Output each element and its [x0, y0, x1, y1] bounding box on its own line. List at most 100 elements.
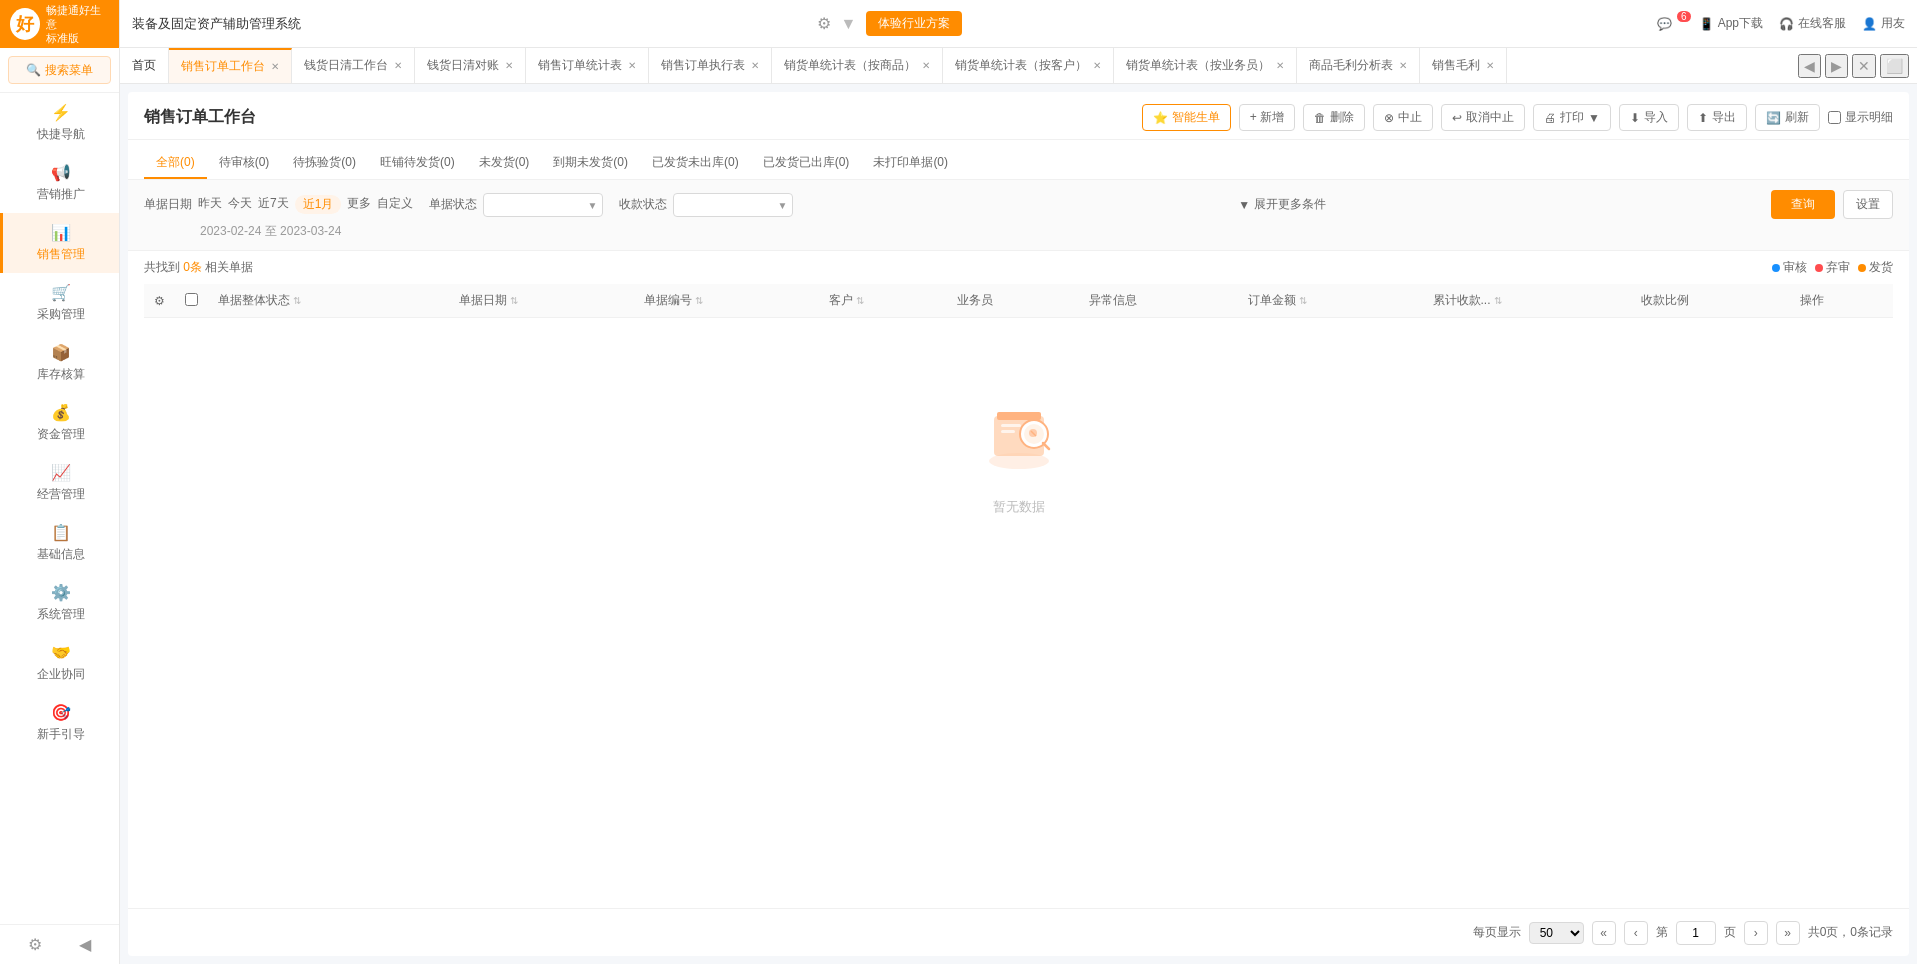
th-date[interactable]: 单据日期⇅	[449, 284, 634, 318]
sidebar-item-operations[interactable]: 📈经营管理	[0, 453, 119, 513]
th-status[interactable]: 单据整体状态⇅	[208, 284, 449, 318]
page-next-button[interactable]: ›	[1744, 921, 1768, 945]
tab-sales-stats[interactable]: 销售订单统计表✕	[526, 48, 649, 84]
date-link-近1月[interactable]: 近1月	[295, 195, 342, 214]
tab-cash-daily[interactable]: 钱货日清工作台✕	[292, 48, 415, 84]
sort-icon-date[interactable]: ⇅	[510, 295, 518, 306]
tab-cash-reconcile[interactable]: 钱货日清对账✕	[415, 48, 526, 84]
refresh-button[interactable]: 🔄 刷新	[1755, 104, 1820, 131]
settings-icon[interactable]: ⚙	[28, 935, 42, 954]
sidebar-item-inventory[interactable]: 📦库存核算	[0, 333, 119, 393]
sidebar-item-marketing[interactable]: 📢营销推广	[0, 153, 119, 213]
tab-close-sales-stats[interactable]: ✕	[628, 60, 636, 71]
date-link-近7天[interactable]: 近7天	[258, 195, 289, 214]
sub-tab-wangpu-pending[interactable]: 旺铺待发货(0)	[368, 148, 467, 179]
sort-icon-amount[interactable]: ⇅	[1299, 295, 1307, 306]
tab-sales-workbench[interactable]: 销售订单工作台✕	[169, 48, 292, 84]
payment-select[interactable]	[673, 193, 793, 217]
sub-tab-pending-inspect[interactable]: 待拣验货(0)	[281, 148, 368, 179]
audit-button[interactable]: 审核	[1772, 259, 1807, 276]
tab-sales-profit[interactable]: 销售毛利✕	[1420, 48, 1507, 84]
sort-icon-number[interactable]: ⇅	[695, 295, 703, 306]
tabs-close-button[interactable]: ✕	[1852, 54, 1876, 78]
tab-close-sales-summary-customer[interactable]: ✕	[1093, 60, 1101, 71]
sidebar-search[interactable]: 🔍 搜索菜单	[0, 48, 119, 93]
date-link-自定义[interactable]: 自定义	[377, 195, 413, 214]
filter-setting-button[interactable]: 设置	[1843, 190, 1893, 219]
select-all-checkbox[interactable]	[185, 293, 198, 306]
sub-tab-pending-review[interactable]: 待审核(0)	[207, 148, 282, 179]
search-menu-button[interactable]: 🔍 搜索菜单	[8, 56, 111, 84]
tab-product-margin[interactable]: 商品毛利分析表✕	[1297, 48, 1420, 84]
tab-close-cash-daily[interactable]: ✕	[394, 60, 402, 71]
message-icon-item[interactable]: 💬 6 6	[1657, 17, 1683, 31]
sub-tab-shipped-out[interactable]: 已发货已出库(0)	[751, 148, 862, 179]
tabs-expand-button[interactable]: ⬜	[1880, 54, 1909, 78]
dropdown-icon[interactable]: ▼	[841, 15, 857, 33]
tab-close-product-margin[interactable]: ✕	[1399, 60, 1407, 71]
show-detail-checkbox[interactable]	[1828, 111, 1841, 124]
delete-button[interactable]: 🗑 删除	[1303, 104, 1365, 131]
industry-solution-button[interactable]: 体验行业方案	[866, 11, 962, 36]
date-link-更多[interactable]: 更多	[347, 195, 371, 214]
tab-sales-summary-customer[interactable]: 销货单统计表（按客户）✕	[943, 48, 1114, 84]
page-number-input[interactable]	[1676, 921, 1716, 945]
sub-tab-not-shipped[interactable]: 未发货(0)	[467, 148, 542, 179]
sub-tab-all[interactable]: 全部(0)	[144, 148, 207, 179]
cancel-stop-button[interactable]: ↩ 取消中止	[1441, 104, 1525, 131]
sidebar-item-nav[interactable]: ⚡ 快捷导航	[0, 93, 119, 153]
tab-close-sales-profit[interactable]: ✕	[1486, 60, 1494, 71]
th-amount[interactable]: 订单金额⇅	[1238, 284, 1423, 318]
sort-icon-received[interactable]: ⇅	[1494, 295, 1502, 306]
tab-close-sales-workbench[interactable]: ✕	[271, 61, 279, 72]
tab-home[interactable]: 首页	[120, 48, 169, 84]
print-button[interactable]: 🖨 打印 ▼	[1533, 104, 1611, 131]
stop-button[interactable]: ⊗ 中止	[1373, 104, 1433, 131]
collapse-icon[interactable]: ◀	[79, 935, 91, 954]
sub-tab-not-printed[interactable]: 未打印单据(0)	[861, 148, 960, 179]
new-button[interactable]: + 新增	[1239, 104, 1295, 131]
online-service-item[interactable]: 🎧 在线客服	[1779, 15, 1846, 32]
tab-close-cash-reconcile[interactable]: ✕	[505, 60, 513, 71]
ship-button[interactable]: 发货	[1858, 259, 1893, 276]
th-received[interactable]: 累计收款...⇅	[1423, 284, 1631, 318]
show-detail-label[interactable]: 显示明细	[1828, 109, 1893, 126]
sidebar-item-sales[interactable]: 📊销售管理	[0, 213, 119, 273]
tabs-next-button[interactable]: ▶	[1825, 54, 1848, 78]
date-link-昨天[interactable]: 昨天	[198, 195, 222, 214]
sidebar-item-system[interactable]: ⚙️系统管理	[0, 573, 119, 633]
tab-sales-summary-staff[interactable]: 销货单统计表（按业务员）✕	[1114, 48, 1297, 84]
sort-icon-status[interactable]: ⇅	[293, 295, 301, 306]
query-button[interactable]: 查询	[1771, 190, 1835, 219]
tab-sales-summary-product[interactable]: 销货单统计表（按商品）✕	[772, 48, 943, 84]
tabs-prev-button[interactable]: ◀	[1798, 54, 1821, 78]
tab-close-sales-summary-product[interactable]: ✕	[922, 60, 930, 71]
page-first-button[interactable]: «	[1592, 921, 1616, 945]
sort-icon-customer[interactable]: ⇅	[856, 295, 864, 306]
th-number[interactable]: 单据编号⇅	[634, 284, 819, 318]
cancel-audit-button[interactable]: 弃审	[1815, 259, 1850, 276]
sidebar-item-guide[interactable]: 🎯新手引导	[0, 693, 119, 753]
import-button[interactable]: ⬇ 导入	[1619, 104, 1679, 131]
tab-close-sales-summary-staff[interactable]: ✕	[1276, 60, 1284, 71]
tab-close-sales-exec[interactable]: ✕	[751, 60, 759, 71]
sidebar-item-enterprise[interactable]: 🤝企业协同	[0, 633, 119, 693]
sidebar-item-purchase[interactable]: 🛒采购管理	[0, 273, 119, 333]
sub-tab-shipped-not-out[interactable]: 已发货未出库(0)	[640, 148, 751, 179]
table-settings-icon[interactable]: ⚙	[154, 294, 165, 308]
page-prev-button[interactable]: ‹	[1624, 921, 1648, 945]
sidebar-item-basic[interactable]: 📋基础信息	[0, 513, 119, 573]
user-item[interactable]: 👤 用友	[1862, 15, 1905, 32]
export-button[interactable]: ⬆ 导出	[1687, 104, 1747, 131]
smart-generate-button[interactable]: ⭐ 智能生单	[1142, 104, 1231, 131]
app-download-item[interactable]: 📱 App下载	[1699, 15, 1763, 32]
sidebar-item-finance[interactable]: 💰资金管理	[0, 393, 119, 453]
page-size-select[interactable]: 102050100	[1529, 922, 1584, 944]
page-last-button[interactable]: »	[1776, 921, 1800, 945]
tab-sales-exec[interactable]: 销售订单执行表✕	[649, 48, 772, 84]
expand-filter-button[interactable]: ▼ 展开更多条件	[1238, 196, 1326, 213]
status-select[interactable]	[483, 193, 603, 217]
date-link-今天[interactable]: 今天	[228, 195, 252, 214]
sub-tab-overdue-not-shipped[interactable]: 到期未发货(0)	[541, 148, 640, 179]
header-gear-icon[interactable]: ⚙	[817, 14, 831, 33]
